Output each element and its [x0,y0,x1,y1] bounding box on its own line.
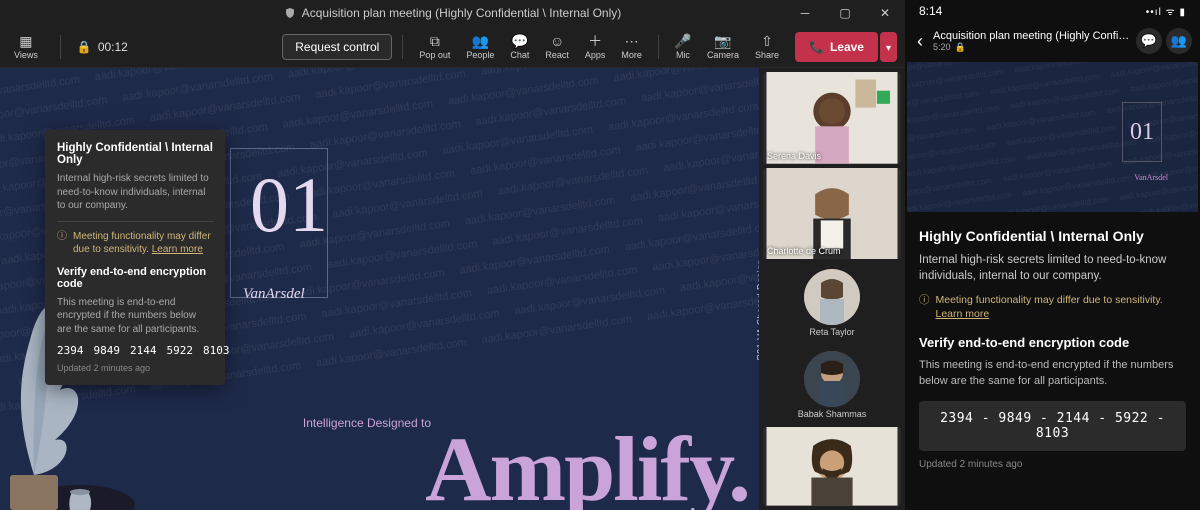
sensitivity-description: Internal high-risk secrets limited to ne… [57,172,213,213]
participant-tile[interactable]: Charlotte de Crum [763,168,901,260]
titlebar: Acquisition plan meeting (Highly Confide… [0,0,905,26]
leave-button[interactable]: 📞 Leave [795,32,878,62]
avatar [763,427,901,506]
learn-more-link[interactable]: Learn more [152,244,203,255]
avatar [804,351,860,407]
verify-description: This meeting is end-to-end encrypted if … [57,296,213,337]
divider [60,35,61,59]
slide-number: 01 [250,160,328,250]
updated-label: Updated 2 minutes ago [919,459,1186,470]
status-bar: 8:14 ••ıl ᯤ ▮ [905,0,1200,22]
mobile-header: ‹ Acquisition plan meeting (Highly Confi… [905,22,1200,60]
info-icon: ⓘ [919,294,930,321]
slide-number: 01 [1122,102,1162,162]
chevron-down-icon: ▾ [886,43,891,54]
chat-icon: 💬 [512,33,528,49]
mobile-title: Acquisition plan meeting (Highly Confide… [933,30,1130,42]
react-icon: ☺ [549,33,565,49]
learn-more-link[interactable]: Learn more [936,308,990,320]
verify-title: Verify end-to-end encryption code [919,335,1186,350]
mobile-subtitle: 5:20 🔒 [933,42,1130,53]
sensitivity-warning: Meeting functionality may differ due to … [936,294,1163,321]
slide-subtitle: Intelligence Designed to [303,416,431,430]
minimize-button[interactable]: ─ [785,0,825,26]
participant-strip: Serena Davis Charlotte de Crum Reta Tayl… [759,68,905,510]
slide-brand: VanArsdel [1134,173,1168,182]
meeting-toolbar: ▦ Views 🔒 00:12 Request control ⧉Pop out… [0,26,905,68]
mobile-stage[interactable]: aadi.kapoor@vanarsdelltd.com aadi.kapoor… [907,62,1198,212]
react-button[interactable]: ☺React [539,31,575,62]
leave-dropdown[interactable]: ▾ [880,32,897,62]
participant-name: Serena Davis [767,151,821,161]
chat-button[interactable]: 💬Chat [504,31,535,62]
more-button[interactable]: ⋯More [615,31,648,62]
share-button[interactable]: ⇧Share [749,31,785,62]
close-button[interactable]: ✕ [865,0,905,26]
popout-icon: ⧉ [427,33,443,49]
participant-name: Babak Shammas [798,409,867,419]
mic-icon: 🎤 [675,33,691,49]
slide-headline: Amplify. [425,416,749,510]
ellipsis-icon: ⋯ [624,33,640,49]
camera-button[interactable]: 📷Camera [701,31,745,62]
chat-icon: 💬 [1141,33,1157,49]
participant-tile[interactable]: Reta Taylor [763,263,901,341]
sensitivity-warning: Meeting functionality may differ due to … [73,230,213,256]
plus-icon: ＋ [587,33,603,49]
divider [658,35,659,59]
people-button[interactable]: 👥People [460,31,500,62]
grid-icon: ▦ [18,33,34,49]
meeting-timer: 🔒 00:12 [77,40,128,54]
encryption-code: 2394 9849 2144 5922 8103 [57,344,213,357]
avatar [804,269,860,325]
share-icon: ⇧ [759,33,775,49]
status-time: 8:14 [919,4,942,18]
views-button[interactable]: ▦ Views [8,31,44,62]
info-icon: ⓘ [57,230,67,256]
encryption-code: 2394 - 9849 - 2144 - 5922 - 8103 [919,401,1186,451]
slide-brand: VanArsdel [243,286,305,303]
people-icon: 👥 [472,33,488,49]
participant-tile[interactable] [763,427,901,506]
back-button[interactable]: ‹ [913,31,927,52]
maximize-button[interactable]: ▢ [825,0,865,26]
verify-title: Verify end-to-end encryption code [57,266,213,290]
phone-icon: 📞 [809,40,824,54]
verify-description: This meeting is end-to-end encrypted if … [919,358,1186,389]
participant-tile[interactable]: Babak Shammas [763,345,901,423]
teams-desktop-window: Acquisition plan meeting (Highly Confide… [0,0,905,510]
sensitivity-title: Highly Confidential \ Internal Only [919,228,1186,244]
teams-mobile-window: 8:14 ••ıl ᯤ ▮ ‹ Acquisition plan meeting… [905,0,1200,510]
people-icon: 👥 [1171,33,1187,49]
divider [402,35,403,59]
sensitivity-description: Internal high-risk secrets limited to ne… [919,252,1186,284]
participant-tile[interactable]: Serena Davis [763,72,901,164]
camera-icon: 📷 [715,33,731,49]
chat-button[interactable]: 💬 [1136,28,1162,54]
mobile-sensitivity-panel: Highly Confidential \ Internal Only Inte… [905,218,1200,510]
window-title: Acquisition plan meeting (Highly Confide… [302,6,622,20]
shield-icon [284,7,296,19]
lock-icon: 🔒 [77,40,92,54]
mic-button[interactable]: 🎤Mic [669,31,697,62]
lock-icon: 🔒 [955,42,966,53]
participant-name: Charlotte de Crum [767,246,841,256]
sensitivity-title: Highly Confidential \ Internal Only [57,142,213,166]
sensitivity-popover: Highly Confidential \ Internal Only Inte… [45,130,225,385]
apps-button[interactable]: ＋Apps [579,31,612,62]
shared-screen-stage: aadi.kapoor@vanarsdelltd.com aadi.kapoor… [0,68,759,510]
request-control-button[interactable]: Request control [282,34,392,60]
participant-name: Reta Taylor [809,327,854,337]
status-indicators: ••ıl ᯤ ▮ [1146,4,1186,18]
people-button[interactable]: 👥 [1166,28,1192,54]
slide-meta-label: P01 VA Shared Design [755,259,759,360]
updated-label: Updated 2 minutes ago [57,363,213,373]
popout-button[interactable]: ⧉Pop out [413,31,456,62]
